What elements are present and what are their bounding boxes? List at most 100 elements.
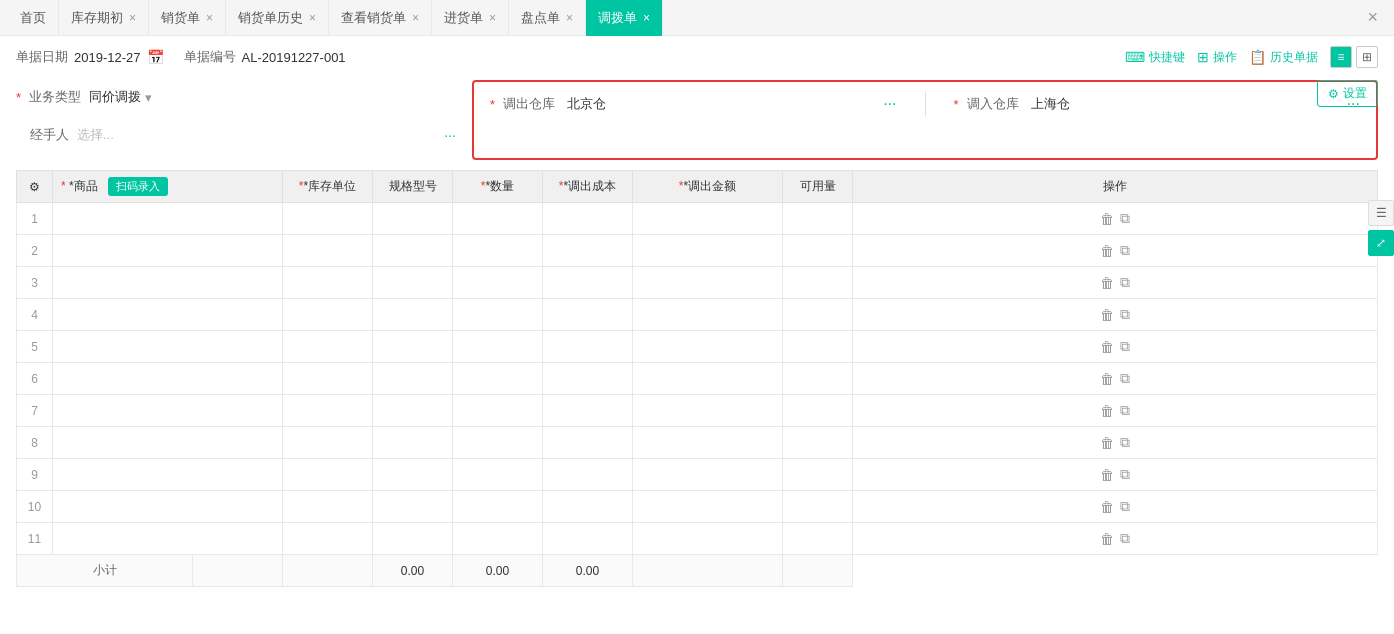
row-cost[interactable] — [543, 235, 633, 267]
scan-btn[interactable]: 扫码录入 — [108, 177, 168, 196]
row-qty[interactable] — [453, 267, 543, 299]
copy-icon[interactable]: ⧉ — [1120, 530, 1130, 547]
row-unit[interactable] — [283, 363, 373, 395]
list-view-btn[interactable]: ≡ — [1330, 46, 1352, 68]
row-available[interactable] — [783, 203, 853, 235]
row-goods[interactable] — [53, 395, 283, 427]
row-spec[interactable] — [373, 363, 453, 395]
row-cost[interactable] — [543, 491, 633, 523]
tab-close-transfer-order[interactable]: × — [643, 11, 650, 25]
row-cost[interactable] — [543, 459, 633, 491]
tab-close-inventory-init[interactable]: × — [129, 11, 136, 25]
delete-icon[interactable]: 🗑 — [1100, 243, 1114, 259]
row-available[interactable] — [783, 299, 853, 331]
row-available[interactable] — [783, 459, 853, 491]
row-available[interactable] — [783, 523, 853, 555]
row-cost[interactable] — [543, 395, 633, 427]
sidebar-expand-icon[interactable]: ⤢ — [1368, 230, 1394, 256]
row-qty[interactable] — [453, 203, 543, 235]
row-unit[interactable] — [283, 523, 373, 555]
row-available[interactable] — [783, 267, 853, 299]
tab-view-sales[interactable]: 查看销货单 × — [329, 0, 432, 36]
row-cost[interactable] — [543, 427, 633, 459]
th-gear[interactable]: ⚙ — [17, 171, 53, 203]
row-available[interactable] — [783, 363, 853, 395]
row-cost[interactable] — [543, 299, 633, 331]
row-qty[interactable] — [453, 363, 543, 395]
row-amount[interactable] — [633, 203, 783, 235]
copy-icon[interactable]: ⧉ — [1120, 274, 1130, 291]
tab-inventory-init[interactable]: 库存期初 × — [59, 0, 149, 36]
row-spec[interactable] — [373, 459, 453, 491]
row-unit[interactable] — [283, 267, 373, 299]
row-goods[interactable] — [53, 491, 283, 523]
copy-icon[interactable]: ⧉ — [1120, 306, 1130, 323]
row-goods[interactable] — [53, 427, 283, 459]
row-unit[interactable] — [283, 235, 373, 267]
tab-close-sales-order[interactable]: × — [206, 11, 213, 25]
row-spec[interactable] — [373, 523, 453, 555]
row-goods[interactable] — [53, 363, 283, 395]
tab-close-purchase-order[interactable]: × — [489, 11, 496, 25]
copy-icon[interactable]: ⧉ — [1120, 402, 1130, 419]
delete-icon[interactable]: 🗑 — [1100, 371, 1114, 387]
window-close-btn[interactable]: × — [1367, 7, 1378, 28]
warehouse-out-more-btn[interactable]: ··· — [883, 95, 896, 113]
calendar-icon[interactable]: 📅 — [147, 49, 164, 65]
delete-icon[interactable]: 🗑 — [1100, 435, 1114, 451]
row-goods[interactable] — [53, 459, 283, 491]
tab-sales-order[interactable]: 销货单 × — [149, 0, 226, 36]
row-spec[interactable] — [373, 267, 453, 299]
tab-inventory-check[interactable]: 盘点单 × — [509, 0, 586, 36]
row-amount[interactable] — [633, 235, 783, 267]
delete-icon[interactable]: 🗑 — [1100, 307, 1114, 323]
tab-purchase-order[interactable]: 进货单 × — [432, 0, 509, 36]
delete-icon[interactable]: 🗑 — [1100, 275, 1114, 291]
delete-icon[interactable]: 🗑 — [1100, 211, 1114, 227]
row-qty[interactable] — [453, 523, 543, 555]
row-qty[interactable] — [453, 395, 543, 427]
row-unit[interactable] — [283, 395, 373, 427]
row-goods[interactable] — [53, 267, 283, 299]
row-unit[interactable] — [283, 299, 373, 331]
row-amount[interactable] — [633, 267, 783, 299]
row-amount[interactable] — [633, 395, 783, 427]
row-spec[interactable] — [373, 235, 453, 267]
row-goods[interactable] — [53, 523, 283, 555]
sidebar-list-icon[interactable]: ☰ — [1368, 200, 1394, 226]
tab-close-sales-history[interactable]: × — [309, 11, 316, 25]
row-unit[interactable] — [283, 491, 373, 523]
row-amount[interactable] — [633, 331, 783, 363]
row-spec[interactable] — [373, 203, 453, 235]
row-unit[interactable] — [283, 331, 373, 363]
shortcut-action[interactable]: ⌨ 快捷键 — [1125, 49, 1185, 66]
row-amount[interactable] — [633, 299, 783, 331]
settings-btn[interactable]: ⚙ 设置 — [1317, 80, 1378, 107]
row-spec[interactable] — [373, 491, 453, 523]
delete-icon[interactable]: 🗑 — [1100, 339, 1114, 355]
delete-icon[interactable]: 🗑 — [1100, 499, 1114, 515]
row-spec[interactable] — [373, 331, 453, 363]
row-unit[interactable] — [283, 427, 373, 459]
row-spec[interactable] — [373, 427, 453, 459]
row-qty[interactable] — [453, 427, 543, 459]
row-goods[interactable] — [53, 331, 283, 363]
row-spec[interactable] — [373, 395, 453, 427]
tab-home[interactable]: 首页 — [8, 0, 59, 36]
row-cost[interactable] — [543, 363, 633, 395]
delete-icon[interactable]: 🗑 — [1100, 403, 1114, 419]
row-unit[interactable] — [283, 459, 373, 491]
row-available[interactable] — [783, 235, 853, 267]
row-qty[interactable] — [453, 459, 543, 491]
row-cost[interactable] — [543, 267, 633, 299]
delete-icon[interactable]: 🗑 — [1100, 467, 1114, 483]
row-cost[interactable] — [543, 331, 633, 363]
row-available[interactable] — [783, 491, 853, 523]
handler-placeholder[interactable]: 选择... — [77, 126, 114, 144]
history-action[interactable]: 📋 历史单据 — [1249, 49, 1318, 66]
business-type-select[interactable]: 同价调拨 ▾ — [89, 88, 152, 106]
row-spec[interactable] — [373, 299, 453, 331]
copy-icon[interactable]: ⧉ — [1120, 210, 1130, 227]
row-available[interactable] — [783, 395, 853, 427]
row-unit[interactable] — [283, 203, 373, 235]
